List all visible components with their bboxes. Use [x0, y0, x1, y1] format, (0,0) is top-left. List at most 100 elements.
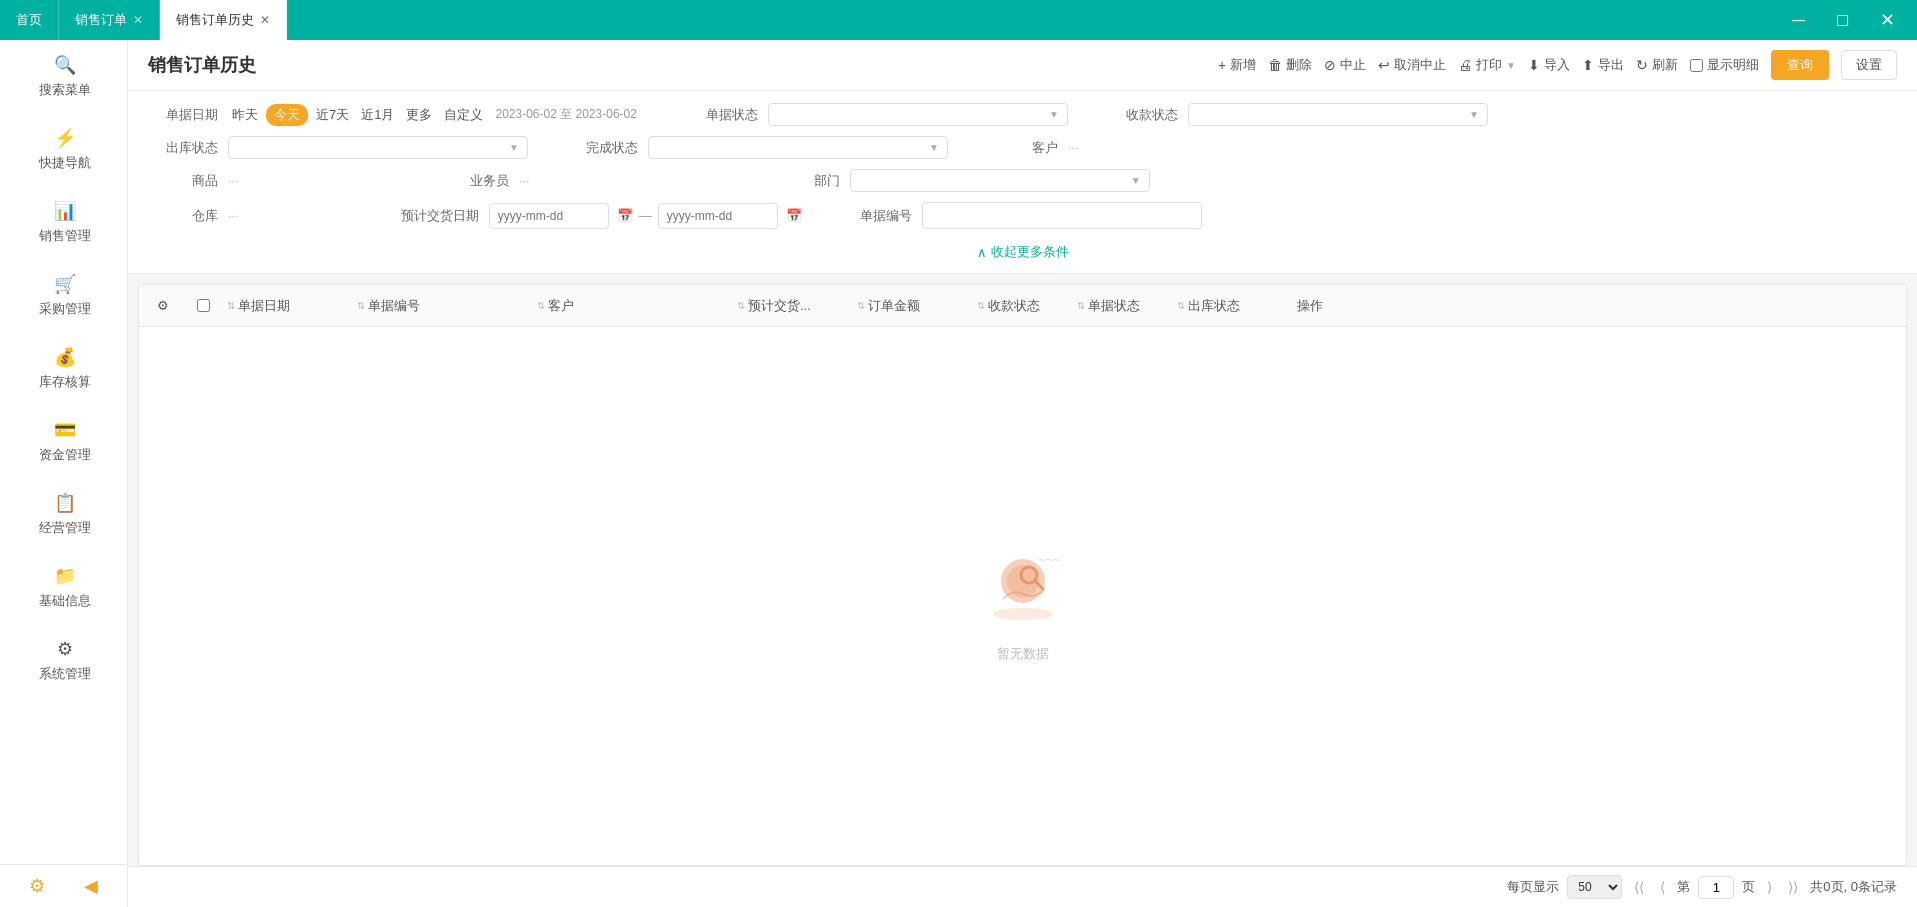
sidebar-collapse-icon[interactable]: ◀ [84, 875, 98, 897]
query-button[interactable]: 查询 [1771, 50, 1829, 80]
shortcut-more[interactable]: 更多 [402, 104, 436, 126]
sidebar-item-purchase-mgmt[interactable]: 🛒 采购管理 [0, 259, 127, 332]
window-close[interactable]: ✕ [1870, 9, 1905, 31]
stop-label: 中止 [1340, 56, 1366, 74]
table-settings-icon[interactable]: ⚙ [157, 298, 169, 313]
refresh-button[interactable]: ↻ 刷新 [1636, 56, 1678, 74]
delivery-date-start[interactable] [489, 203, 609, 229]
delete-label: 删除 [1286, 56, 1312, 74]
out-status-select[interactable]: ▼ [228, 136, 528, 159]
capital-mgmt-icon: 💳 [54, 419, 76, 441]
purchase-mgmt-icon: 🛒 [54, 273, 76, 295]
new-button[interactable]: + 新增 [1218, 56, 1256, 74]
th-settings[interactable]: ⚙ [149, 298, 189, 313]
tab-home[interactable]: 首页 [0, 0, 59, 40]
th-pay-status-label: 收款状态 [988, 297, 1040, 315]
window-minimize[interactable]: ─ [1782, 10, 1815, 31]
sort-amount-icon: ⇅ [857, 300, 865, 311]
display-toggle[interactable]: 显示明细 [1690, 56, 1759, 74]
sidebar-settings-icon[interactable]: ⚙ [29, 875, 45, 897]
th-order-status[interactable]: ⇅ 单据状态 [1069, 297, 1169, 315]
receipt-status-chevron: ▼ [1469, 109, 1479, 120]
date-filter-control: 昨天 今天 近7天 近1月 更多 自定义 2023-06-02 至 2023-0… [228, 104, 688, 126]
order-no-label: 单据编号 [842, 207, 922, 225]
th-order-no[interactable]: ⇅ 单据编号 [349, 297, 529, 315]
th-pay-status[interactable]: ⇅ 收款状态 [969, 297, 1069, 315]
th-out-status[interactable]: ⇅ 出库状态 [1169, 297, 1289, 315]
sidebar-item-basic-info[interactable]: 📁 基础信息 [0, 551, 127, 624]
shortcut-custom[interactable]: 自定义 [440, 104, 487, 126]
print-dropdown-icon: ▼ [1506, 60, 1516, 71]
toolbar: + 新增 🗑 删除 ⊘ 中止 ↩ 取消中止 🖨 打印 [1218, 50, 1897, 80]
page-word-pre: 第 [1677, 878, 1690, 896]
product-ellipsis: ··· [228, 173, 239, 188]
receipt-status-select[interactable]: ▼ [1188, 103, 1488, 126]
page-word: 页 [1742, 878, 1755, 896]
page-prev-button[interactable]: ⟨ [1656, 877, 1669, 897]
window-maximize[interactable]: □ [1827, 10, 1858, 31]
th-order-label: 单据编号 [368, 297, 420, 315]
sidebar-item-inventory[interactable]: 💰 库存核算 [0, 332, 127, 405]
top-bar-actions: ─ □ ✕ [1770, 0, 1917, 40]
sys-mgmt-icon: ⚙ [57, 638, 73, 660]
delivery-calendar-start-icon: 📅 [617, 208, 633, 223]
tab-sales-order-history-close[interactable]: ✕ [260, 13, 270, 27]
th-customer[interactable]: ⇅ 客户 [529, 297, 729, 315]
dept-label: 部门 [770, 172, 850, 190]
th-delivery-label: 预计交货... [748, 297, 811, 315]
basic-info-icon: 📁 [54, 565, 76, 587]
page-last-button[interactable]: ⟩⟩ [1784, 877, 1802, 897]
page-next-button[interactable]: ⟩ [1763, 877, 1776, 897]
tab-sales-order-label: 销售订单 [75, 11, 127, 29]
shortcut-last7[interactable]: 近7天 [312, 104, 353, 126]
page-first-button[interactable]: ⟨⟨ [1630, 877, 1648, 897]
page-size-select[interactable]: 50 20 100 [1567, 875, 1622, 899]
th-ops: 操作 [1289, 297, 1896, 315]
th-amount[interactable]: ⇅ 订单金额 [849, 297, 969, 315]
delivery-date-separator: — [639, 208, 652, 223]
sidebar-item-sys-mgmt[interactable]: ⚙ 系统管理 [0, 624, 127, 697]
shortcut-today[interactable]: 今天 [266, 104, 308, 126]
sidebar-item-inventory-label: 库存核算 [39, 373, 91, 391]
sort-delivery-icon: ⇅ [737, 300, 745, 311]
display-toggle-checkbox[interactable] [1690, 59, 1703, 72]
sidebar-item-business-mgmt[interactable]: 📋 经营管理 [0, 478, 127, 551]
customer-control: ··· [1068, 140, 1897, 155]
order-status-select[interactable]: ▼ [768, 103, 1068, 126]
export-button[interactable]: ⬆ 导出 [1582, 56, 1624, 74]
settings-button[interactable]: 设置 [1841, 50, 1897, 80]
dept-select[interactable]: ▼ [850, 169, 1150, 192]
cancel-stop-button[interactable]: ↩ 取消中止 [1378, 56, 1446, 74]
sidebar-item-quick-nav[interactable]: ⚡ 快捷导航 [0, 113, 127, 186]
page-number-input[interactable] [1698, 876, 1734, 899]
export-icon: ⬆ [1582, 57, 1594, 73]
print-button[interactable]: 🖨 打印 ▼ [1458, 56, 1516, 74]
sidebar-item-capital-mgmt[interactable]: 💳 资金管理 [0, 405, 127, 478]
page-size-label: 每页显示 [1507, 878, 1559, 896]
filter-row-1: 单据日期 昨天 今天 近7天 近1月 更多 自定义 2023-06-02 至 2… [148, 103, 1897, 126]
select-all-checkbox[interactable] [197, 299, 210, 312]
completion-status-select[interactable]: ▼ [648, 136, 948, 159]
tab-sales-order-close[interactable]: ✕ [133, 13, 143, 27]
shortcut-last1m[interactable]: 近1月 [357, 104, 398, 126]
collapse-button[interactable]: ∧ 收起更多条件 [148, 239, 1897, 261]
sidebar-item-search-menu-label: 搜索菜单 [39, 81, 91, 99]
sidebar-item-search-menu[interactable]: 🔍 搜索菜单 [0, 40, 127, 113]
sidebar-item-sales-mgmt[interactable]: 📊 销售管理 [0, 186, 127, 259]
delivery-date-end[interactable] [658, 203, 778, 229]
th-out-status-label: 出库状态 [1188, 297, 1240, 315]
import-button[interactable]: ⬇ 导入 [1528, 56, 1570, 74]
tab-sales-order-history[interactable]: 销售订单历史 ✕ [160, 0, 287, 40]
th-checkbox[interactable] [189, 299, 219, 312]
th-delivery[interactable]: ⇅ 预计交货... [729, 297, 849, 315]
sidebar-item-sales-mgmt-label: 销售管理 [39, 227, 91, 245]
stop-button[interactable]: ⊘ 中止 [1324, 56, 1366, 74]
th-date[interactable]: ⇅ 单据日期 [219, 297, 349, 315]
tab-sales-order[interactable]: 销售订单 ✕ [59, 0, 160, 40]
order-no-input[interactable] [922, 202, 1202, 229]
sort-customer-icon: ⇅ [537, 300, 545, 311]
sidebar-item-basic-info-label: 基础信息 [39, 592, 91, 610]
delete-button[interactable]: 🗑 删除 [1268, 56, 1312, 74]
date-shortcuts: 昨天 今天 近7天 近1月 更多 自定义 [228, 104, 487, 126]
shortcut-yesterday[interactable]: 昨天 [228, 104, 262, 126]
